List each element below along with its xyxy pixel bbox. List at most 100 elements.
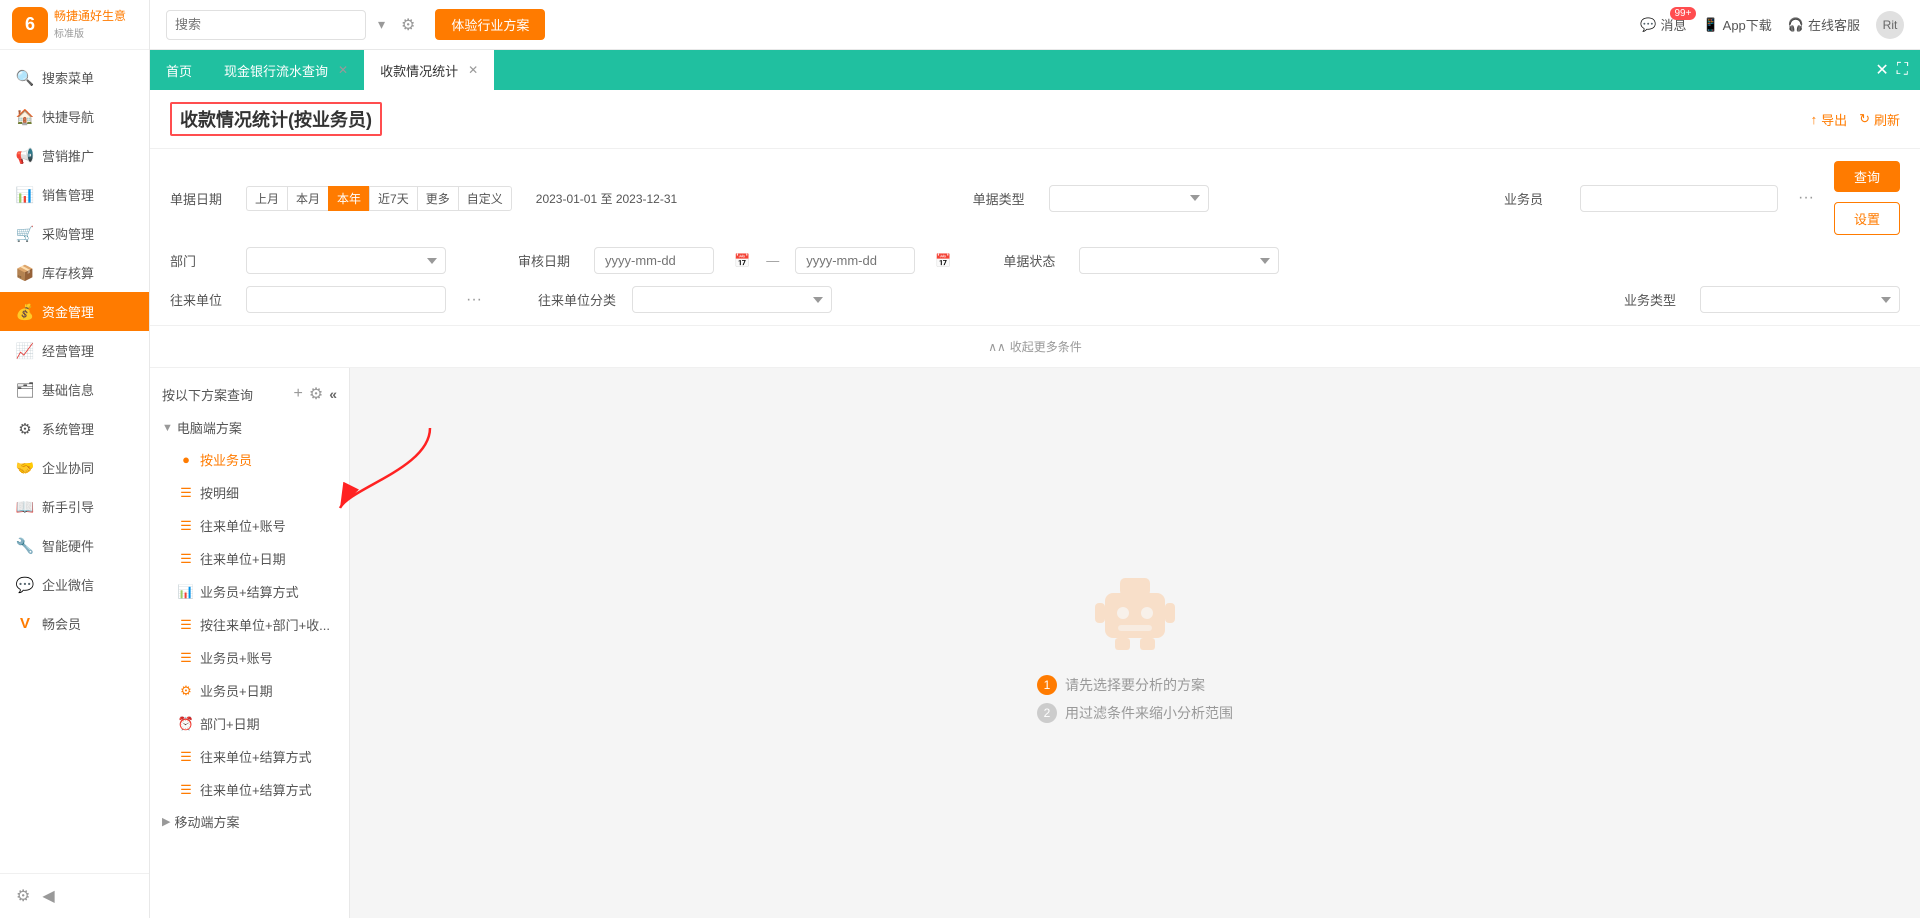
scheme-item-by-detail[interactable]: ☰ 按明细 bbox=[150, 476, 349, 509]
topbar-app-download[interactable]: 📱 App下载 bbox=[1702, 15, 1771, 34]
tab-bank-flow-label: 现金银行流水查询 bbox=[224, 61, 328, 80]
tab-maximize-icon[interactable]: ⛶ bbox=[1897, 61, 1908, 79]
left-panel: 按以下方案查询 + ⚙ « ▼ 电脑端方案 ● 按业务员 bbox=[150, 368, 350, 918]
empty-step-1: 1 请先选择要分析的方案 bbox=[1037, 675, 1233, 695]
tab-bank-flow[interactable]: 现金银行流水查询 ✕ bbox=[208, 50, 364, 90]
topbar-messages[interactable]: 💬 消息 99+ bbox=[1640, 15, 1686, 34]
topbar-online-service[interactable]: 🎧 在线客服 bbox=[1788, 15, 1860, 34]
topbar: ▾ ⚙ 体验行业方案 💬 消息 99+ 📱 App下载 🎧 在线客服 Rit bbox=[150, 0, 1920, 50]
step-1-num: 1 bbox=[1037, 675, 1057, 695]
desktop-group-arrow-icon: ▼ bbox=[162, 422, 173, 434]
scheme-item-counterpart-account[interactable]: ☰ 往来单位+账号 bbox=[150, 509, 349, 542]
counterpart-more-icon[interactable]: ··· bbox=[466, 291, 482, 309]
sidebar-item-label: 智能硬件 bbox=[42, 536, 94, 555]
sidebar-item-marketing[interactable]: 📢 营销推广 bbox=[0, 136, 149, 175]
doc-status-select[interactable] bbox=[1079, 247, 1279, 274]
export-button[interactable]: ↑ 导出 bbox=[1811, 110, 1848, 129]
collapse-button[interactable]: ∧∧ 收起更多条件 bbox=[982, 332, 1088, 361]
topbar-dropdown-icon[interactable]: ▾ bbox=[378, 16, 385, 33]
sidebar-nav: 🔍 搜索菜单 🏠 快捷导航 📢 营销推广 📊 销售管理 🛒 采购管理 📦 库存核… bbox=[0, 50, 149, 873]
counterpart-category-select[interactable] bbox=[632, 286, 832, 313]
desktop-scheme-header[interactable]: ▼ 电脑端方案 bbox=[150, 412, 349, 443]
scheme-item-salesman-account[interactable]: ☰ 业务员+账号 bbox=[150, 641, 349, 674]
salesman-scheme-icon: ● bbox=[178, 452, 194, 468]
main-area: ▾ ⚙ 体验行业方案 💬 消息 99+ 📱 App下载 🎧 在线客服 Rit bbox=[150, 0, 1920, 918]
operations-icon: 📈 bbox=[16, 342, 34, 360]
sidebar-item-label: 畅会员 bbox=[42, 614, 81, 633]
page-title: 收款情况统计(按业务员) bbox=[170, 102, 382, 136]
panel-collapse-icon[interactable]: « bbox=[329, 386, 337, 402]
sidebar-item-inventory[interactable]: 📦 库存核算 bbox=[0, 253, 149, 292]
sidebar-item-label: 快捷导航 bbox=[42, 107, 94, 126]
user-avatar[interactable]: Rit bbox=[1876, 11, 1904, 39]
member-icon: V bbox=[16, 615, 34, 633]
scheme-item-by-salesman[interactable]: ● 按业务员 bbox=[150, 443, 349, 476]
refresh-icon: ↻ bbox=[1859, 111, 1870, 127]
date-tab-more[interactable]: 更多 bbox=[417, 186, 458, 211]
scheme-item-counterpart-date[interactable]: ☰ 往来单位+日期 bbox=[150, 542, 349, 575]
sidebar-item-system[interactable]: ⚙ 系统管理 bbox=[0, 409, 149, 448]
sidebar-collapse-icon[interactable]: ◀ bbox=[42, 886, 54, 906]
salesman-more-icon[interactable]: ··· bbox=[1798, 189, 1814, 207]
calendar-from-icon[interactable]: 📅 bbox=[734, 253, 750, 269]
sidebar-item-label: 库存核算 bbox=[42, 263, 94, 282]
add-scheme-icon[interactable]: + bbox=[294, 385, 303, 403]
dept-select[interactable] bbox=[246, 247, 446, 274]
tab-home[interactable]: 首页 bbox=[150, 50, 208, 90]
sidebar-item-enterprise[interactable]: 🤝 企业协同 bbox=[0, 448, 149, 487]
desktop-scheme-group: ▼ 电脑端方案 ● 按业务员 ☰ 按明细 ☰ 往来单位+账号 bbox=[150, 412, 349, 806]
sidebar-item-quick-nav[interactable]: 🏠 快捷导航 bbox=[0, 97, 149, 136]
sidebar-item-basic-info[interactable]: 🗂 基础信息 bbox=[0, 370, 149, 409]
salesman-input[interactable] bbox=[1580, 185, 1778, 212]
sidebar-item-label: 搜索菜单 bbox=[42, 68, 94, 87]
sidebar-item-wechat[interactable]: 💬 企业微信 bbox=[0, 565, 149, 604]
message-icon: 💬 bbox=[1640, 17, 1656, 33]
logo-badge: 标准版 bbox=[54, 25, 126, 40]
guide-icon: 📖 bbox=[16, 498, 34, 516]
date-tab-this-month[interactable]: 本月 bbox=[287, 186, 328, 211]
sidebar-item-hardware[interactable]: 🔧 智能硬件 bbox=[0, 526, 149, 565]
sidebar-item-sales[interactable]: 📊 销售管理 bbox=[0, 175, 149, 214]
date-range-display: 2023-01-01 至 2023-12-31 bbox=[536, 190, 677, 207]
scheme-item-dept-date[interactable]: ⏰ 部门+日期 bbox=[150, 707, 349, 740]
mobile-scheme-header[interactable]: ▶ 移动端方案 bbox=[150, 806, 349, 837]
query-button[interactable]: 查询 bbox=[1834, 161, 1900, 192]
refresh-button[interactable]: ↻ 刷新 bbox=[1859, 110, 1900, 129]
biz-type-select[interactable] bbox=[1700, 286, 1900, 313]
sidebar-item-member[interactable]: V 畅会员 bbox=[0, 604, 149, 643]
biz-type-label: 业务类型 bbox=[1624, 290, 1684, 309]
date-tab-last-month[interactable]: 上月 bbox=[246, 186, 287, 211]
date-tab-last7[interactable]: 近7天 bbox=[369, 186, 417, 211]
review-date-from[interactable] bbox=[594, 247, 714, 274]
tab-close-window-icon[interactable]: ✕ bbox=[1875, 60, 1888, 80]
sidebar-item-search-menu[interactable]: 🔍 搜索菜单 bbox=[0, 58, 149, 97]
scheme-settings-icon[interactable]: ⚙ bbox=[309, 384, 323, 404]
sidebar-item-finance[interactable]: 💰 资金管理 bbox=[0, 292, 149, 331]
scheme-item-salesman-date[interactable]: ⚙ 业务员+日期 bbox=[150, 674, 349, 707]
sidebar-item-guide[interactable]: 📖 新手引导 bbox=[0, 487, 149, 526]
sidebar-footer: ⚙ ◀ bbox=[0, 873, 149, 918]
sidebar-item-operations[interactable]: 📈 经营管理 bbox=[0, 331, 149, 370]
doc-type-select[interactable] bbox=[1049, 185, 1209, 212]
tab-bank-flow-close[interactable]: ✕ bbox=[338, 63, 348, 77]
scheme-item-salesman-settle[interactable]: 📊 业务员+结算方式 bbox=[150, 575, 349, 608]
scheme-item-counterpart-settle2[interactable]: ☰ 往来单位+结算方式 bbox=[150, 773, 349, 806]
settings-button[interactable]: 设置 bbox=[1834, 202, 1900, 235]
sidebar-item-purchase[interactable]: 🛒 采购管理 bbox=[0, 214, 149, 253]
counterpart-input[interactable] bbox=[246, 286, 446, 313]
topbar-search-input[interactable] bbox=[166, 10, 366, 40]
review-date-to[interactable] bbox=[795, 247, 915, 274]
tab-collection-stat[interactable]: 收款情况统计 ✕ bbox=[364, 50, 494, 90]
scheme-item-counterpart-settle1[interactable]: ☰ 往来单位+结算方式 bbox=[150, 740, 349, 773]
counterpart-category-label: 往来单位分类 bbox=[538, 290, 616, 309]
date-tab-custom[interactable]: 自定义 bbox=[458, 186, 512, 211]
date-tab-this-year[interactable]: 本年 bbox=[328, 186, 369, 211]
doc-type-label: 单据类型 bbox=[973, 189, 1033, 208]
scheme-item-counterpart-dept[interactable]: ☰ 按往来单位+部门+收... bbox=[150, 608, 349, 641]
trial-btn[interactable]: 体验行业方案 bbox=[435, 9, 545, 40]
topbar-gear-icon[interactable]: ⚙ bbox=[401, 15, 415, 35]
query-actions: 查询 设置 bbox=[1834, 161, 1900, 235]
tab-collection-stat-close[interactable]: ✕ bbox=[468, 63, 478, 77]
sidebar-settings-icon[interactable]: ⚙ bbox=[16, 886, 30, 906]
calendar-to-icon[interactable]: 📅 bbox=[935, 253, 951, 269]
